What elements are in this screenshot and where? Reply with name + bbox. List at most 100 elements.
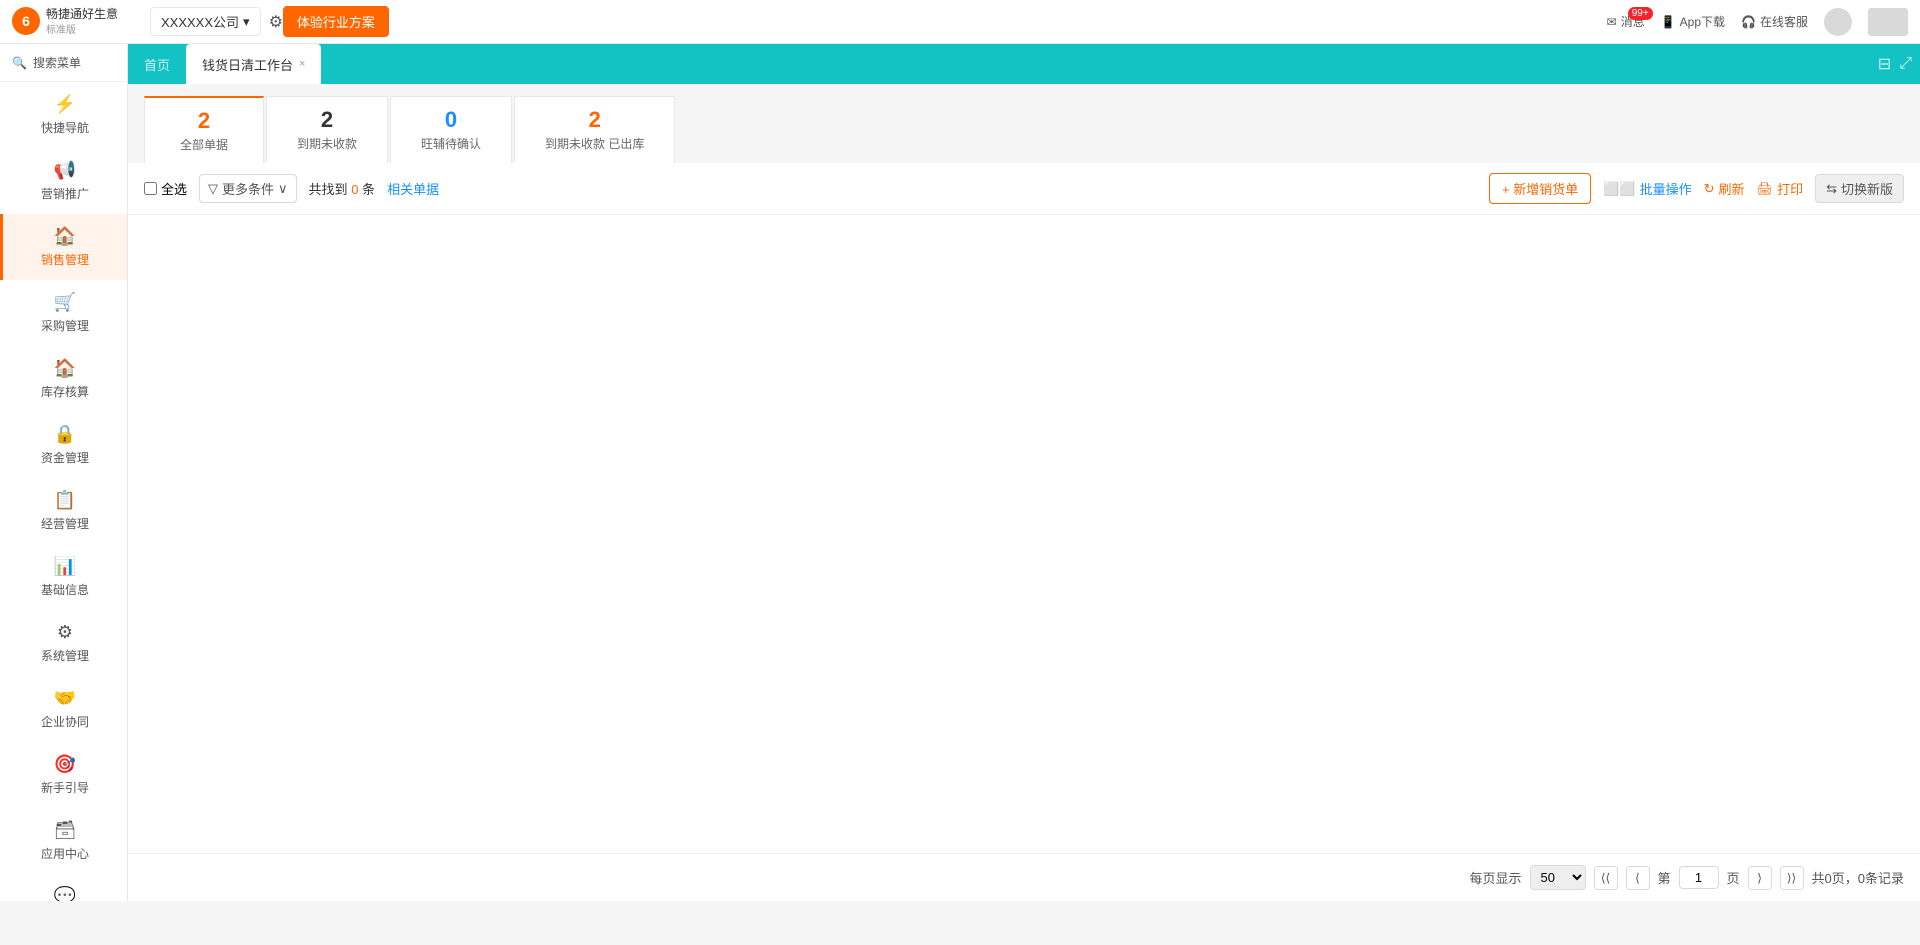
sidebar-label-app-center: 应用中心 [41, 845, 89, 862]
next-page-btn[interactable]: ⟩ [1748, 866, 1772, 890]
sidebar-label-quick-nav: 快捷导航 [41, 119, 89, 136]
page-size-label: 每页显示 [1469, 868, 1521, 887]
sidebar-item-enterprise[interactable]: 🤝 企业协同 [0, 676, 127, 742]
logo-icon: 6 [12, 7, 40, 35]
sidebar-label-marketing: 营销推广 [41, 185, 89, 202]
sidebar-label-purchase: 采购管理 [41, 317, 89, 334]
search-menu-item[interactable]: 🔍 搜索菜单 [0, 44, 127, 82]
stat-number-shipped: 2 [589, 107, 601, 133]
tab-bar-actions: ⊟ ⤢ [1878, 54, 1920, 74]
tab-minimize-icon[interactable]: ⊟ [1878, 54, 1891, 74]
sales-icon: 🏠 [54, 226, 76, 247]
guide-icon: 🎯 [54, 754, 76, 775]
avatar[interactable] [1824, 8, 1852, 36]
stat-tab-shipped[interactable]: 2 到期未收款 已出库 [514, 96, 675, 163]
sidebar-label-operations: 经营管理 [41, 515, 89, 532]
tab-expand-icon[interactable]: ⤢ [1899, 55, 1912, 73]
company-selector[interactable]: XXXXXX公司 ▾ [150, 7, 261, 36]
related-link[interactable]: 相关单据 [387, 179, 439, 198]
app-download-label: App下载 [1680, 13, 1725, 30]
switch-version-btn[interactable]: ⇆ 切换新版 [1815, 174, 1904, 203]
sidebar-label-sales: 销售管理 [41, 251, 89, 268]
sidebar-item-capital[interactable]: 🔒 资金管理 [0, 412, 127, 478]
print-icon: 🖨 [1757, 181, 1774, 197]
sidebar-item-system[interactable]: ⚙ 系统管理 [0, 610, 127, 676]
messages-item[interactable]: ✉ 消息 99+ [1607, 13, 1645, 30]
select-all-input[interactable] [144, 182, 157, 195]
found-prefix: 共找到 [309, 182, 348, 197]
tab-bar: 首页 钱货日清工作台 × ⊟ ⤢ [128, 44, 1920, 84]
user-menu[interactable] [1868, 8, 1908, 36]
stat-label-overdue: 到期未收款 [297, 135, 357, 152]
switch-icon: ⇆ [1826, 181, 1837, 197]
batch-ops-btn[interactable]: ⬜⬜ 批量操作 [1603, 179, 1691, 198]
batch-icon: ⬜⬜ [1603, 181, 1635, 197]
wechat-icon: 💬 [54, 886, 76, 901]
stat-number-pending: 0 [445, 107, 457, 133]
toolbar: 全选 ▽ 更多条件 ∨ 共找到 0 条 相关单据 + 新增销货单 ⬜⬜ [128, 163, 1920, 215]
page-unit: 页 [1727, 868, 1740, 887]
pagination: 每页显示 50 10 20 100 ⟨⟨ ⟨ 第 页 ⟩ ⟩⟩ 共0页，0条记录 [128, 853, 1920, 901]
batch-label: 批量操作 [1640, 179, 1692, 198]
tab-home[interactable]: 首页 [128, 44, 186, 84]
sidebar-label-base-info: 基础信息 [41, 581, 89, 598]
app-download-item[interactable]: 📱 App下载 [1661, 13, 1725, 30]
stat-label-shipped: 到期未收款 已出库 [545, 135, 644, 152]
print-label: 打印 [1777, 179, 1803, 198]
messages-badge: 99+ [1628, 7, 1653, 20]
first-page-btn[interactable]: ⟨⟨ [1594, 866, 1618, 890]
tab-close-icon[interactable]: × [299, 58, 305, 70]
page-input[interactable] [1679, 866, 1719, 889]
quick-nav-icon: ⚡ [54, 94, 76, 115]
system-icon: ⚙ [57, 622, 73, 643]
page-size-select[interactable]: 50 10 20 100 [1530, 865, 1586, 890]
sidebar-label-system: 系统管理 [41, 647, 89, 664]
sidebar-item-app-center[interactable]: 🗃 应用中心 [0, 808, 127, 874]
sidebar-item-marketing[interactable]: 📢 营销推广 [0, 148, 127, 214]
add-sales-btn[interactable]: + 新增销货单 [1489, 173, 1591, 204]
prev-page-btn[interactable]: ⟨ [1626, 866, 1650, 890]
sidebar-item-base-info[interactable]: 📊 基础信息 [0, 544, 127, 610]
stat-number-overdue: 2 [321, 107, 333, 133]
sidebar-item-inventory[interactable]: 🏠 库存核算 [0, 346, 127, 412]
switch-label: 切换新版 [1841, 179, 1893, 198]
sidebar-item-wechat[interactable]: 💬 企业微信 [0, 874, 127, 901]
sidebar-item-sales[interactable]: 🏠 销售管理 [0, 214, 127, 280]
experience-button[interactable]: 体验行业方案 [283, 6, 389, 37]
logo-sub: 标准版 [46, 21, 118, 36]
sidebar-item-operations[interactable]: 📋 经营管理 [0, 478, 127, 544]
print-btn[interactable]: 🖨 打印 [1757, 179, 1804, 198]
found-unit: 条 [362, 182, 375, 197]
sidebar-item-quick-nav[interactable]: ⚡ 快捷导航 [0, 82, 127, 148]
found-text: 共找到 0 条 [309, 179, 376, 198]
base-info-icon: 📊 [54, 556, 76, 577]
logo-text: 畅捷通好生意 [46, 7, 118, 21]
tab-workbench[interactable]: 钱货日清工作台 × [186, 44, 321, 84]
found-count: 0 [351, 182, 358, 197]
settings-icon[interactable]: ⚙ [269, 12, 283, 32]
purchase-icon: 🛒 [54, 292, 76, 313]
main-content: 首页 钱货日清工作台 × ⊟ ⤢ 2 全部单据 2 到期未收款 0 旺辅待确认 [128, 44, 1920, 901]
capital-icon: 🔒 [54, 424, 76, 445]
table-area [128, 215, 1920, 853]
sidebar-item-purchase[interactable]: 🛒 采购管理 [0, 280, 127, 346]
sidebar-label-inventory: 库存核算 [41, 383, 89, 400]
tab-workbench-label: 钱货日清工作台 [202, 55, 293, 74]
more-filters-label: 更多条件 [222, 179, 274, 198]
logo-area: 6 畅捷通好生意 标准版 [12, 7, 140, 36]
sidebar-item-guide[interactable]: 🎯 新手引导 [0, 742, 127, 808]
select-all-checkbox[interactable]: 全选 [144, 179, 187, 198]
stat-tab-pending[interactable]: 0 旺辅待确认 [390, 96, 512, 163]
toolbar-left: 全选 ▽ 更多条件 ∨ 共找到 0 条 相关单据 [144, 174, 439, 203]
stat-tab-overdue[interactable]: 2 到期未收款 [266, 96, 388, 163]
refresh-label: 刷新 [1719, 179, 1745, 198]
company-name: XXXXXX公司 [161, 12, 239, 31]
last-page-btn[interactable]: ⟩⟩ [1780, 866, 1804, 890]
filter-icon: ▽ [208, 181, 218, 197]
more-filters-btn[interactable]: ▽ 更多条件 ∨ [199, 174, 297, 203]
toolbar-right: + 新增销货单 ⬜⬜ 批量操作 ↻ 刷新 🖨 打印 ⇆ 切换新版 [1489, 173, 1904, 204]
stat-tab-all[interactable]: 2 全部单据 [144, 96, 264, 163]
top-header: 6 畅捷通好生意 标准版 XXXXXX公司 ▾ ⚙ 体验行业方案 ✉ 消息 99… [0, 0, 1920, 44]
online-service-item[interactable]: 🎧 在线客服 [1741, 13, 1808, 30]
refresh-btn[interactable]: ↻ 刷新 [1704, 179, 1745, 198]
